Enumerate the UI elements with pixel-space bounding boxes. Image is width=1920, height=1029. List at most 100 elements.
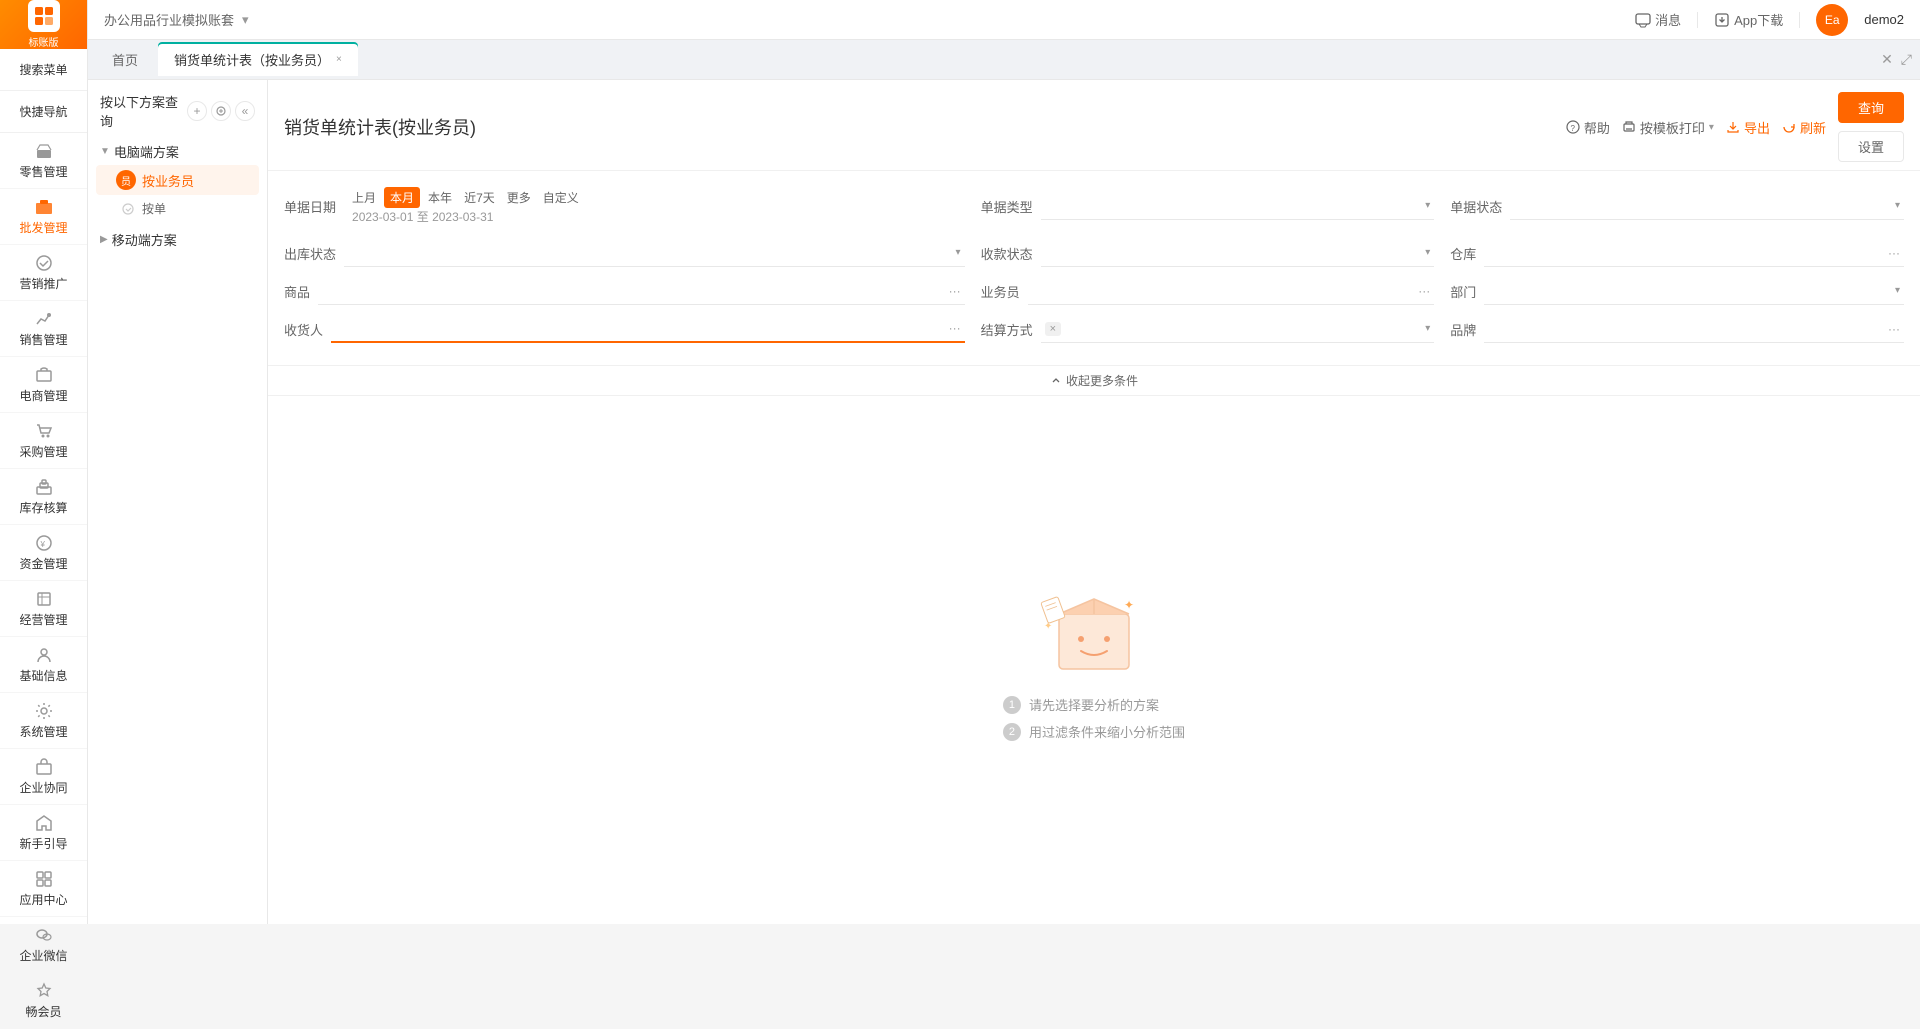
plan-item-salesperson-label: 按业务员 bbox=[142, 171, 194, 190]
pc-group-header[interactable]: ▼ 电脑端方案 bbox=[96, 138, 259, 165]
dept-control[interactable]: ▾ bbox=[1484, 277, 1904, 305]
salesperson-control[interactable]: ··· bbox=[1028, 277, 1435, 305]
quick-nav-label[interactable]: 快捷导航 bbox=[19, 99, 67, 124]
divider2 bbox=[1799, 12, 1800, 28]
add-plan-btn[interactable]: + bbox=[187, 101, 207, 121]
sidebar-item-operations[interactable]: 经营管理 bbox=[0, 581, 87, 637]
export-btn[interactable]: 导出 bbox=[1726, 118, 1770, 137]
payment-status-control[interactable]: ▾ bbox=[1041, 239, 1435, 267]
app-download-btn[interactable]: App下载 bbox=[1714, 10, 1783, 29]
print-label: 按模板打印 bbox=[1640, 118, 1705, 137]
sidebar-item-retail[interactable]: 零售管理 bbox=[0, 133, 87, 189]
sidebar-item-enterprise[interactable]: 企业协同 bbox=[0, 749, 87, 805]
tab-active-label: 销货单统计表（按业务员） bbox=[174, 50, 330, 69]
warehouse-control[interactable]: ··· bbox=[1484, 239, 1904, 267]
refresh-label: 刷新 bbox=[1800, 118, 1826, 137]
empty-tip-1: 1 请先选择要分析的方案 bbox=[1003, 695, 1185, 714]
filter-row-2: 出库状态 ▾ 收款状态 ▾ 仓库 ··· bbox=[284, 239, 1904, 267]
settlement-chevron-icon: ▾ bbox=[1425, 323, 1430, 334]
sidebar-search-section[interactable]: 搜索菜单 bbox=[0, 49, 87, 91]
marketing-label: 营销推广 bbox=[19, 275, 67, 292]
tab-home[interactable]: 首页 bbox=[96, 44, 154, 76]
edit-plan-btn[interactable] bbox=[211, 101, 231, 121]
sidebar-item-finance[interactable]: ¥ 资金管理 bbox=[0, 525, 87, 581]
recipient-control[interactable]: ··· bbox=[331, 315, 965, 343]
print-dropdown-icon[interactable]: ▾ bbox=[1709, 122, 1714, 133]
user-name[interactable]: demo2 bbox=[1864, 12, 1904, 27]
maximize-window-icon[interactable]: ⤢ bbox=[1901, 51, 1912, 68]
sidebar-item-inventory[interactable]: 库存核算 bbox=[0, 469, 87, 525]
sidebar-item-basics[interactable]: 基础信息 bbox=[0, 637, 87, 693]
sidebar-item-wholesale[interactable]: 批发管理 bbox=[0, 189, 87, 245]
close-window-icon[interactable]: ✕ bbox=[1881, 51, 1893, 68]
collapse-more-btn[interactable]: 收起更多条件 bbox=[1050, 372, 1138, 389]
system-label: 系统管理 bbox=[19, 723, 67, 740]
sub-item-by-order[interactable]: 按单 bbox=[96, 195, 259, 222]
top-bar: 办公用品行业模拟账套 ▾ 消息 App下载 Ea demo2 bbox=[88, 0, 1920, 40]
search-menu-label[interactable]: 搜索菜单 bbox=[19, 57, 67, 82]
stock-status-control[interactable]: ▾ bbox=[344, 239, 965, 267]
tab-close-icon[interactable]: × bbox=[336, 54, 342, 65]
pc-group-triangle: ▼ bbox=[100, 146, 110, 157]
sidebar-item-sales[interactable]: 销售管理 bbox=[0, 301, 87, 357]
print-btn[interactable]: 按模板打印 ▾ bbox=[1622, 118, 1714, 137]
doc-status-control[interactable]: ▾ bbox=[1510, 192, 1904, 220]
sidebar-item-newbie[interactable]: 新手引导 bbox=[0, 805, 87, 861]
doc-type-control[interactable]: ▾ bbox=[1041, 192, 1435, 220]
date-tab-custom[interactable]: 自定义 bbox=[539, 187, 583, 208]
ecommerce-icon bbox=[34, 365, 54, 385]
sidebar-nav-section[interactable]: 快捷导航 bbox=[0, 91, 87, 133]
sidebar-item-system[interactable]: 系统管理 bbox=[0, 693, 87, 749]
query-btn[interactable]: 查询 bbox=[1838, 92, 1904, 123]
date-tab-last-month[interactable]: 上月 bbox=[348, 187, 380, 208]
sidebar-item-purchase[interactable]: 采购管理 bbox=[0, 413, 87, 469]
goods-control[interactable]: ··· bbox=[318, 277, 965, 305]
settings-btn[interactable]: 设置 bbox=[1838, 131, 1904, 162]
retail-label: 零售管理 bbox=[19, 163, 67, 180]
date-tab-this-year[interactable]: 本年 bbox=[424, 187, 456, 208]
sidebar-item-member[interactable]: 畅会员 bbox=[0, 973, 87, 1029]
svg-text:✦: ✦ bbox=[1124, 598, 1134, 612]
filter-dept: 部门 ▾ bbox=[1450, 277, 1904, 305]
refresh-btn[interactable]: 刷新 bbox=[1782, 118, 1826, 137]
doc-status-chevron-icon: ▾ bbox=[1895, 200, 1900, 211]
settlement-control[interactable]: × ▾ bbox=[1041, 315, 1435, 343]
goods-dots-icon[interactable]: ··· bbox=[949, 284, 961, 298]
doc-type-chevron-icon: ▾ bbox=[1425, 200, 1430, 211]
pc-group-label: 电脑端方案 bbox=[114, 142, 179, 161]
avatar-text: Ea bbox=[1825, 13, 1840, 27]
sidebar-item-ecommerce[interactable]: 电商管理 bbox=[0, 357, 87, 413]
brand-dots-icon[interactable]: ··· bbox=[1888, 322, 1900, 336]
member-label: 畅会员 bbox=[25, 1003, 61, 1020]
settlement-label: 结算方式 bbox=[981, 320, 1033, 339]
settlement-clear-badge[interactable]: × bbox=[1045, 322, 1061, 336]
left-panel-title: 按以下方案查询 bbox=[100, 92, 187, 130]
filter-warehouse: 仓库 ··· bbox=[1450, 239, 1904, 267]
sidebar-item-wechat[interactable]: 企业微信 bbox=[0, 917, 87, 973]
date-tab-more[interactable]: 更多 bbox=[503, 187, 535, 208]
plan-item-salesperson[interactable]: 员 按业务员 bbox=[96, 165, 259, 195]
message-btn[interactable]: 消息 bbox=[1635, 10, 1681, 29]
date-tab-7days[interactable]: 近7天 bbox=[460, 187, 499, 208]
sidebar: 标账版 搜索菜单 快捷导航 零售管理 批发管理 营销推广 销售管理 电商管理 bbox=[0, 0, 88, 924]
user-avatar[interactable]: Ea bbox=[1816, 4, 1848, 36]
finance-icon: ¥ bbox=[34, 533, 54, 553]
help-btn[interactable]: ? 帮助 bbox=[1566, 118, 1610, 137]
sidebar-item-appstore[interactable]: 应用中心 bbox=[0, 861, 87, 917]
company-dropdown-icon[interactable]: ▾ bbox=[242, 12, 249, 28]
recipient-dots-icon[interactable]: ··· bbox=[949, 321, 961, 335]
warehouse-dots-icon[interactable]: ··· bbox=[1888, 246, 1900, 260]
collapse-panel-btn[interactable]: « bbox=[235, 101, 255, 121]
logo-icon bbox=[28, 0, 60, 32]
app-logo[interactable]: 标账版 bbox=[0, 0, 87, 49]
filter-payment-status: 收款状态 ▾ bbox=[981, 239, 1435, 267]
salesperson-dots-icon[interactable]: ··· bbox=[1418, 284, 1430, 298]
brand-control[interactable]: ··· bbox=[1484, 315, 1904, 343]
mobile-group-header[interactable]: ▶ 移动端方案 bbox=[96, 226, 259, 253]
svg-text:¥: ¥ bbox=[39, 540, 45, 549]
tab-active[interactable]: 销货单统计表（按业务员） × bbox=[158, 44, 358, 76]
date-tab-this-month[interactable]: 本月 bbox=[384, 187, 420, 208]
ecommerce-label: 电商管理 bbox=[19, 387, 67, 404]
sidebar-item-marketing[interactable]: 营销推广 bbox=[0, 245, 87, 301]
filter-brand: 品牌 ··· bbox=[1450, 315, 1904, 343]
